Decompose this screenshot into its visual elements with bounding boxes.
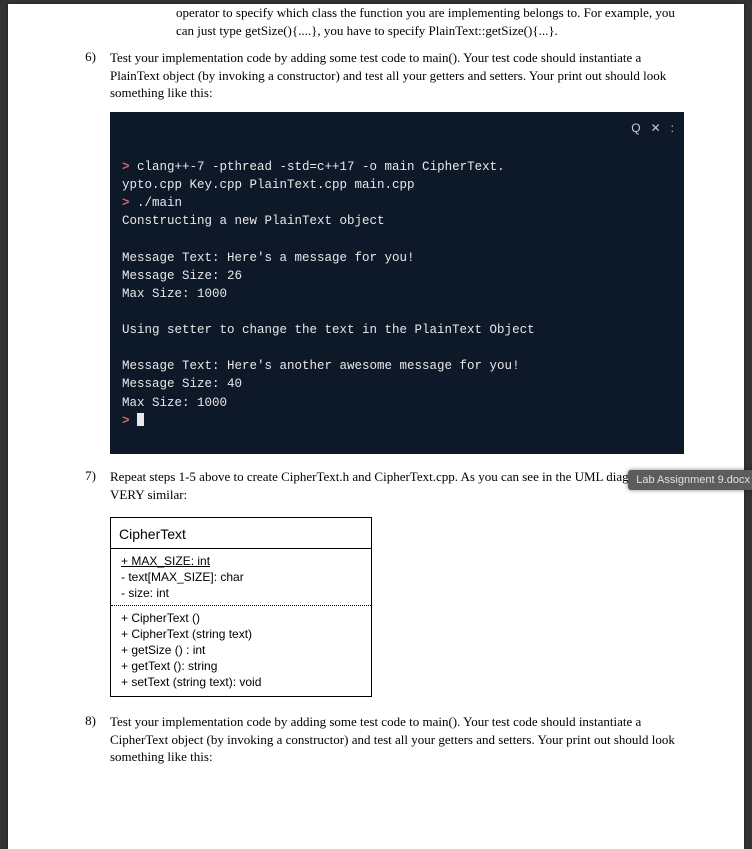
uml-attributes: + MAX_SIZE: int - text[MAX_SIZE]: char -… <box>111 549 371 606</box>
uml-attr: - size: int <box>121 585 363 601</box>
terminal-line: Max Size: 1000 <box>122 396 227 410</box>
cursor-icon <box>137 413 144 426</box>
intro-paragraph: operator to specify which class the func… <box>68 4 684 39</box>
uml-method: + getSize () : int <box>121 642 363 658</box>
uml-methods: + CipherText () + CipherText (string tex… <box>111 606 371 696</box>
document-page: operator to specify which class the func… <box>8 4 744 849</box>
terminal-line: Max Size: 1000 <box>122 287 227 301</box>
terminal-line: Message Size: 40 <box>122 377 242 391</box>
terminal-line: ypto.cpp Key.cpp PlainText.cpp main.cpp <box>122 178 415 192</box>
terminal-output: Q ✕ : > clang++-7 -pthread -std=c++17 -o… <box>110 112 684 454</box>
more-icon: : <box>671 120 674 137</box>
uml-method: + getText (): string <box>121 658 363 674</box>
step-8: 8) Test your implementation code by addi… <box>68 713 684 766</box>
terminal-line: clang++-7 -pthread -std=c++17 -o main Ci… <box>137 160 505 174</box>
step-number: 6) <box>68 49 110 102</box>
step-number: 8) <box>68 713 110 766</box>
step-body: Repeat steps 1-5 above to create CipherT… <box>110 468 684 503</box>
step-body: Test your implementation code by adding … <box>110 49 684 102</box>
uml-method: + CipherText (string text) <box>121 626 363 642</box>
terminal-line: ./main <box>137 196 182 210</box>
prompt-icon: > <box>122 160 137 174</box>
terminal-line: Message Text: Here's a message for you! <box>122 251 415 265</box>
terminal-line: Message Size: 26 <box>122 269 242 283</box>
uml-diagram: CipherText + MAX_SIZE: int - text[MAX_SI… <box>110 517 372 697</box>
close-icon: ✕ <box>651 120 661 137</box>
step-6: 6) Test your implementation code by addi… <box>68 49 684 102</box>
step-body: Test your implementation code by adding … <box>110 713 684 766</box>
step-number: 7) <box>68 468 110 503</box>
uml-method: + CipherText () <box>121 610 363 626</box>
uml-class-name: CipherText <box>111 518 371 549</box>
uml-attr: + MAX_SIZE: int <box>121 553 363 569</box>
uml-attr: - text[MAX_SIZE]: char <box>121 569 363 585</box>
file-tab[interactable]: Lab Assignment 9.docx <box>628 470 752 490</box>
terminal-line: Constructing a new PlainText object <box>122 214 385 228</box>
terminal-icons: Q ✕ : <box>631 120 674 137</box>
terminal-line: Using setter to change the text in the P… <box>122 323 535 337</box>
prompt-icon: > <box>122 196 137 210</box>
terminal-line: Message Text: Here's another awesome mes… <box>122 359 520 373</box>
prompt-icon: > <box>122 414 137 428</box>
uml-method: + setText (string text): void <box>121 674 363 690</box>
step-7: 7) Repeat steps 1-5 above to create Ciph… <box>68 468 684 503</box>
search-icon: Q <box>631 120 640 137</box>
